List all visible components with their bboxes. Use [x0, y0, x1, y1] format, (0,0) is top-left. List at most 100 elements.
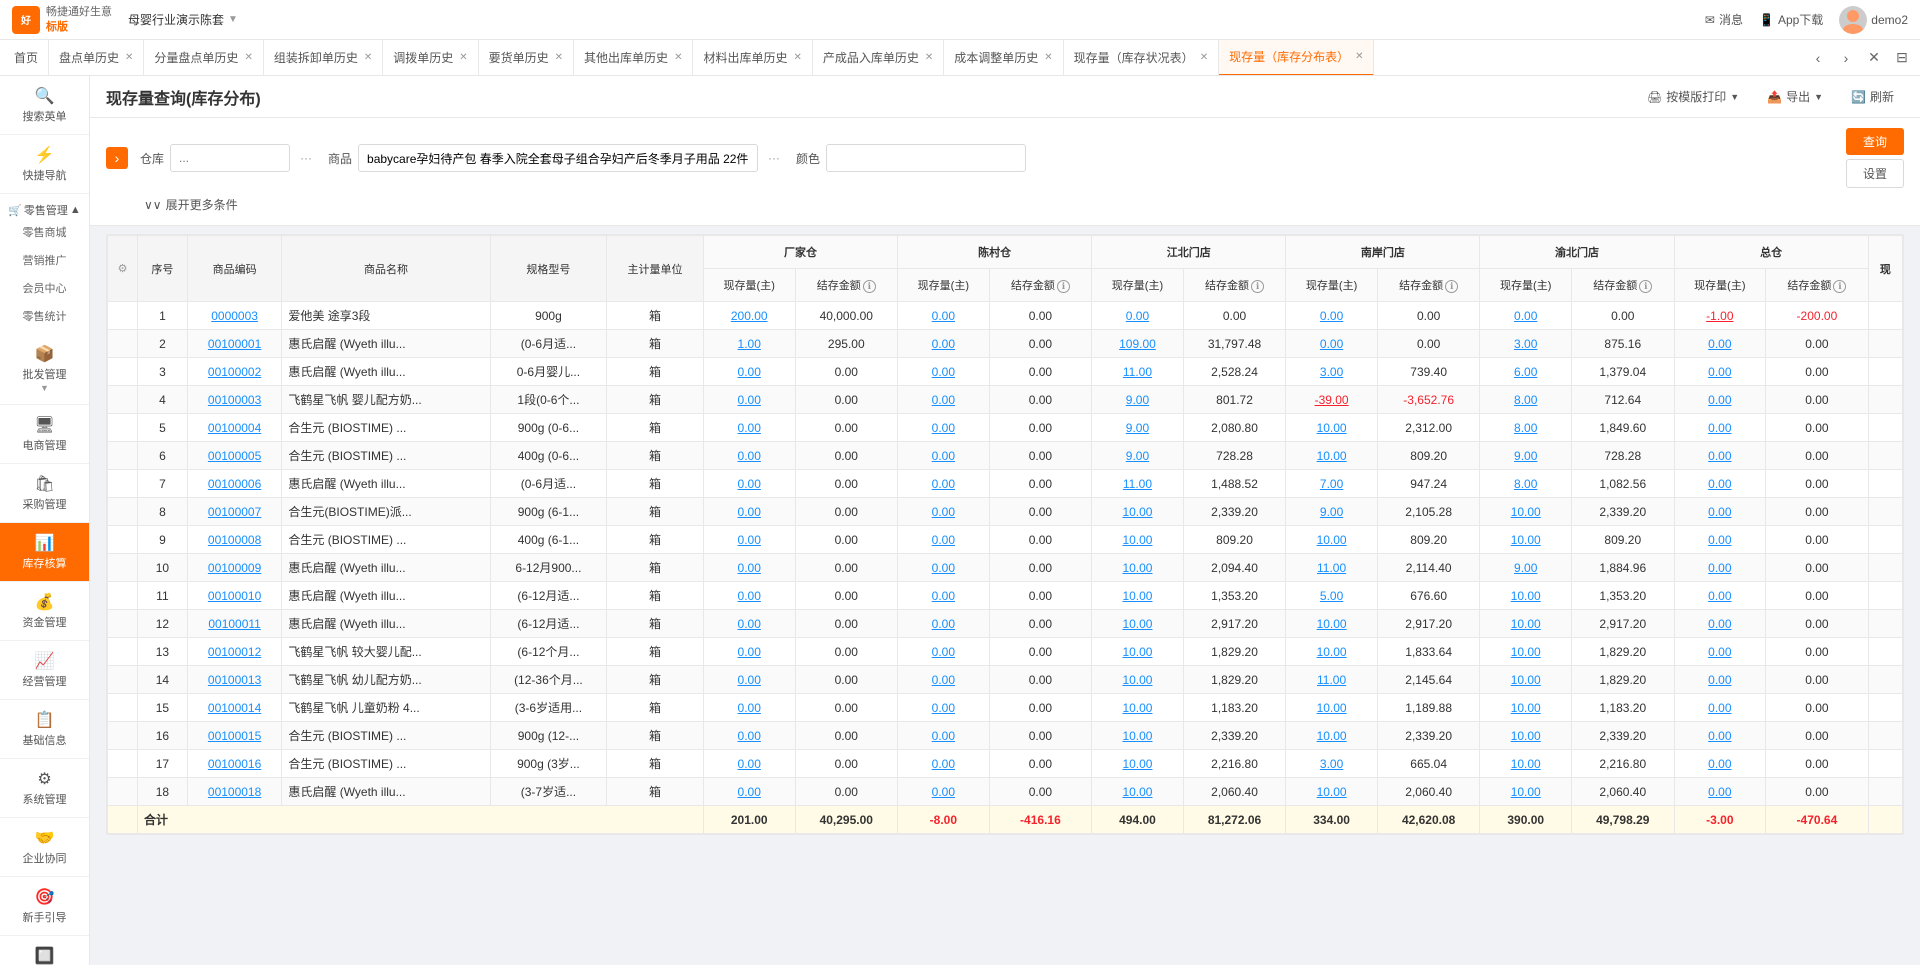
td-fac-qty[interactable]: 0.00 [703, 554, 795, 582]
td-total-qty[interactable]: 0.00 [1674, 750, 1766, 778]
td-yb-qty[interactable]: 10.00 [1480, 638, 1572, 666]
td-fac-qty[interactable]: 0.00 [703, 526, 795, 554]
sidebar-item-ecommerce[interactable]: 🖥 电商管理 [0, 405, 89, 464]
td-code[interactable]: 00100016 [187, 750, 282, 778]
td-cm-qty[interactable]: 0.00 [898, 498, 990, 526]
collapse-arrow[interactable]: › [106, 147, 128, 169]
td-code[interactable]: 00100003 [187, 386, 282, 414]
tab-close-4[interactable]: ✕ [459, 52, 467, 63]
td-fac-qty[interactable]: 0.00 [703, 638, 795, 666]
td-yb-qty[interactable]: 9.00 [1480, 442, 1572, 470]
td-jb-qty[interactable]: 10.00 [1092, 722, 1184, 750]
td-na-qty[interactable]: 10.00 [1286, 442, 1378, 470]
messages-btn[interactable]: ✉ 消息 [1705, 11, 1743, 28]
td-cm-qty[interactable]: 0.00 [898, 470, 990, 498]
td-fac-qty[interactable]: 1.00 [703, 330, 795, 358]
td-cm-qty[interactable]: 0.00 [898, 358, 990, 386]
sidebar-item-finance[interactable]: 💰 资金管理 [0, 582, 89, 641]
td-na-qty[interactable]: 9.00 [1286, 498, 1378, 526]
sidebar-item-enterprise[interactable]: 🤝 企业协同 [0, 818, 89, 877]
sidebar-group-retail[interactable]: 🛒 零售管理 ▲ 零售商城 营销推广 会员中心 零售统计 [0, 194, 89, 334]
td-code[interactable]: 00100007 [187, 498, 282, 526]
sidebar-item-apps[interactable]: 🔲 应用中心 [0, 936, 89, 965]
td-jb-qty[interactable]: 10.00 [1092, 582, 1184, 610]
export-button[interactable]: 📤 导出 ▼ [1757, 84, 1833, 109]
td-yb-qty[interactable]: 10.00 [1480, 498, 1572, 526]
print-button[interactable]: 🖨 按模版打印 ▼ [1637, 84, 1749, 109]
td-code[interactable]: 00100013 [187, 666, 282, 694]
na-amt-info-icon[interactable]: ℹ [1445, 280, 1458, 293]
goods-picker[interactable]: ··· [764, 151, 784, 165]
td-jb-qty[interactable]: 109.00 [1092, 330, 1184, 358]
tab-10[interactable]: 现存量（库存状况表） ✕ [1064, 40, 1219, 76]
td-cm-qty[interactable]: 0.00 [898, 554, 990, 582]
tab-close-5[interactable]: ✕ [555, 52, 563, 63]
td-total-qty[interactable]: 0.00 [1674, 526, 1766, 554]
td-fac-qty[interactable]: 0.00 [703, 414, 795, 442]
sidebar-sub-member[interactable]: 会员中心 [6, 274, 83, 302]
td-total-qty[interactable]: 0.00 [1674, 386, 1766, 414]
td-yb-qty[interactable]: 10.00 [1480, 694, 1572, 722]
td-code[interactable]: 00100001 [187, 330, 282, 358]
td-yb-qty[interactable]: 10.00 [1480, 610, 1572, 638]
td-total-qty[interactable]: 0.00 [1674, 722, 1766, 750]
tab-2[interactable]: 分量盘点单历史 ✕ [144, 40, 263, 76]
td-na-qty[interactable]: 5.00 [1286, 582, 1378, 610]
td-total-qty[interactable]: 0.00 [1674, 470, 1766, 498]
td-fac-qty[interactable]: 0.00 [703, 386, 795, 414]
total-amt-info-icon[interactable]: ℹ [1833, 280, 1846, 293]
td-fac-qty[interactable]: 0.00 [703, 778, 795, 806]
tab-home[interactable]: 首页 [4, 40, 49, 76]
td-cm-qty[interactable]: 0.00 [898, 666, 990, 694]
jb-amt-info-icon[interactable]: ℹ [1251, 280, 1264, 293]
sidebar-item-system[interactable]: ⚙ 系统管理 [0, 759, 89, 818]
app-download-btn[interactable]: 📱 App下载 [1759, 11, 1823, 28]
td-cm-qty[interactable]: 0.00 [898, 778, 990, 806]
tab-close-9[interactable]: ✕ [1044, 52, 1052, 63]
tab-1[interactable]: 盘点单历史 ✕ [49, 40, 144, 76]
sidebar-item-wholesale[interactable]: 📦 批发管理 ▼ [0, 334, 89, 405]
td-fac-qty[interactable]: 0.00 [703, 666, 795, 694]
td-total-qty[interactable]: 0.00 [1674, 610, 1766, 638]
user-menu[interactable]: demo2 [1839, 6, 1908, 34]
td-cm-qty[interactable]: 0.00 [898, 638, 990, 666]
tab-close-1[interactable]: ✕ [125, 52, 133, 63]
nav-dropdown[interactable]: 母婴行业演示陈套 ▼ [128, 11, 238, 28]
td-total-qty[interactable]: 0.00 [1674, 582, 1766, 610]
td-fac-qty[interactable]: 0.00 [703, 582, 795, 610]
sidebar-item-search[interactable]: 🔍 搜索英单 [0, 76, 89, 135]
tab-close-6[interactable]: ✕ [674, 52, 682, 63]
td-cm-qty[interactable]: 0.00 [898, 694, 990, 722]
fac-amt-info-icon[interactable]: ℹ [863, 280, 876, 293]
td-cm-qty[interactable]: 0.00 [898, 610, 990, 638]
td-yb-qty[interactable]: 10.00 [1480, 778, 1572, 806]
td-yb-qty[interactable]: 10.00 [1480, 582, 1572, 610]
td-fac-qty[interactable]: 0.00 [703, 498, 795, 526]
gear-icon[interactable]: ⚙ [118, 263, 128, 275]
td-na-qty[interactable]: 0.00 [1286, 302, 1378, 330]
td-cm-qty[interactable]: 0.00 [898, 330, 990, 358]
td-total-qty[interactable]: 0.00 [1674, 638, 1766, 666]
tab-close-2[interactable]: ✕ [244, 52, 252, 63]
td-cm-qty[interactable]: 0.00 [898, 722, 990, 750]
td-fac-qty[interactable]: 0.00 [703, 470, 795, 498]
td-total-qty[interactable]: 0.00 [1674, 358, 1766, 386]
td-yb-qty[interactable]: 8.00 [1480, 414, 1572, 442]
tab-7[interactable]: 材料出库单历史 ✕ [693, 40, 812, 76]
td-na-qty[interactable]: 3.00 [1286, 750, 1378, 778]
td-jb-qty[interactable]: 0.00 [1092, 302, 1184, 330]
td-na-qty[interactable]: 11.00 [1286, 554, 1378, 582]
td-jb-qty[interactable]: 9.00 [1092, 386, 1184, 414]
td-total-qty[interactable]: 0.00 [1674, 554, 1766, 582]
td-yb-qty[interactable]: 0.00 [1480, 302, 1572, 330]
tab-6[interactable]: 其他出库单历史 ✕ [574, 40, 693, 76]
td-fac-qty[interactable]: 200.00 [703, 302, 795, 330]
cm-amt-info-icon[interactable]: ℹ [1057, 280, 1070, 293]
td-fac-qty[interactable]: 0.00 [703, 722, 795, 750]
tab-close-11[interactable]: ✕ [1355, 51, 1363, 62]
td-yb-qty[interactable]: 10.00 [1480, 750, 1572, 778]
td-code[interactable]: 0000003 [187, 302, 282, 330]
td-code[interactable]: 00100006 [187, 470, 282, 498]
td-yb-qty[interactable]: 8.00 [1480, 386, 1572, 414]
td-na-qty[interactable]: 3.00 [1286, 358, 1378, 386]
